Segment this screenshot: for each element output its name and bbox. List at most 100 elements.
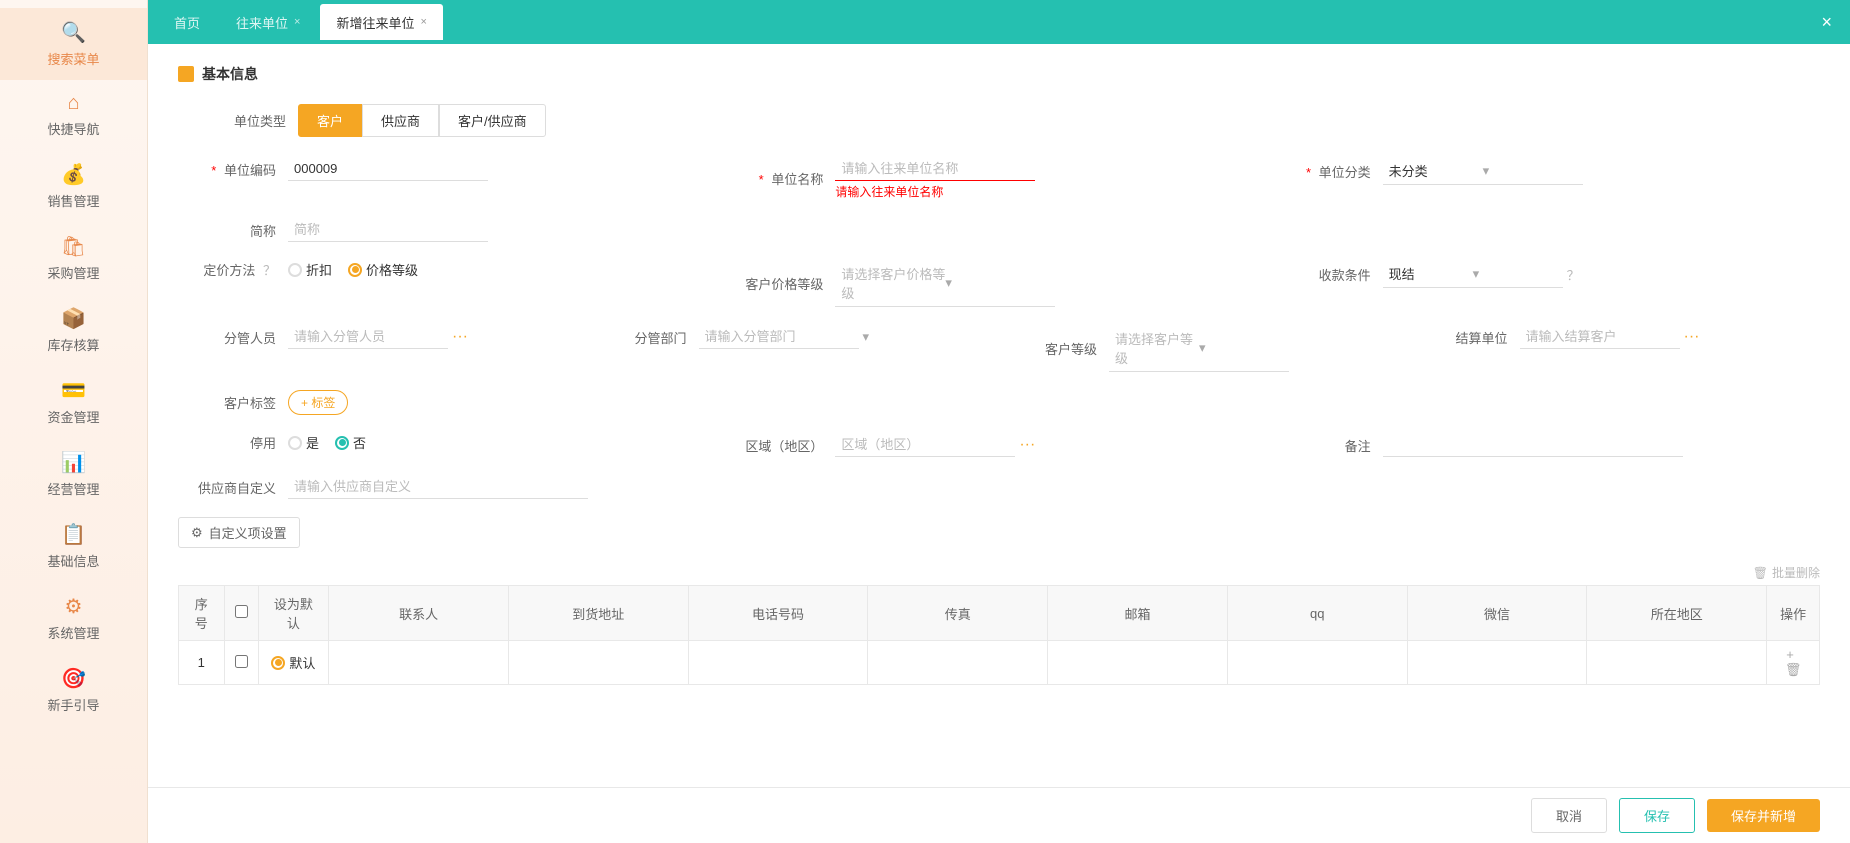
required-star: * <box>211 163 216 178</box>
col-checkbox <box>224 586 258 641</box>
unit-type-label: 单位类型 <box>178 111 298 130</box>
unit-type-customer-btn[interactable]: 客户 <box>298 104 362 137</box>
tab-partners[interactable]: 往来单位 × <box>220 4 316 40</box>
fax-input[interactable] <box>878 655 1037 670</box>
settlement-more-icon[interactable]: ··· <box>1680 328 1704 346</box>
customer-level-select[interactable]: 请选择客户等级 ▾ <box>1109 325 1289 372</box>
settlement-unit-input[interactable] <box>1520 325 1680 349</box>
cell-wechat[interactable] <box>1407 641 1587 685</box>
sidebar-item-basic[interactable]: 📋 基础信息 <box>0 510 147 582</box>
main-content: 首页 往来单位 × 新增往来单位 × × 基本信息 单位类型 客户 供应商 客户… <box>148 0 1850 843</box>
search-icon: 🔍 <box>61 20 86 45</box>
sidebar-item-search[interactable]: 🔍 搜索菜单 <box>0 8 147 80</box>
custom-settings-button[interactable]: ⚙ 自定义项设置 <box>178 517 300 548</box>
customer-price-level-label: 客户价格等级 <box>725 274 835 293</box>
form-row-supplier-custom: 供应商自定义 <box>178 475 1820 499</box>
wechat-input[interactable] <box>1418 655 1577 670</box>
notes-input[interactable] <box>1383 433 1683 457</box>
disabled-no-circle <box>335 436 349 450</box>
tab-partners-close[interactable]: × <box>294 16 300 28</box>
cell-fax[interactable] <box>868 641 1048 685</box>
customer-price-level-select[interactable]: 请选择客户价格等级 ▾ <box>835 260 1055 307</box>
cell-phone[interactable] <box>688 641 868 685</box>
sidebar-item-sales[interactable]: 💰 销售管理 <box>0 150 147 222</box>
abbreviation-input[interactable] <box>288 218 488 242</box>
cell-address[interactable] <box>508 641 688 685</box>
qq-input[interactable] <box>1238 655 1397 670</box>
sidebar-item-system[interactable]: ⚙ 系统管理 <box>0 582 147 654</box>
sidebar-item-inventory[interactable]: 📦 库存核算 <box>0 294 147 366</box>
col-action: 操作 <box>1767 586 1820 641</box>
unit-type-both-btn[interactable]: 客户/供应商 <box>439 104 546 137</box>
tab-new-partner[interactable]: 新增往来单位 × <box>320 4 442 40</box>
supplier-custom-input[interactable] <box>288 475 588 499</box>
cell-contact[interactable] <box>329 641 509 685</box>
sales-icon: 💰 <box>61 162 86 187</box>
tab-home[interactable]: 首页 <box>158 4 216 40</box>
disabled-yes-radio[interactable]: 是 <box>288 433 319 452</box>
default-radio-label: 默认 <box>289 653 315 672</box>
unit-code-input[interactable] <box>288 157 488 181</box>
required-star-name: * <box>759 172 764 187</box>
disabled-no-radio[interactable]: 否 <box>335 433 366 452</box>
phone-input[interactable] <box>699 655 858 670</box>
tab-new-partner-close[interactable]: × <box>420 16 426 28</box>
payment-terms-select[interactable]: 现结 ▾ <box>1383 260 1563 288</box>
unit-type-supplier-btn[interactable]: 供应商 <box>362 104 439 137</box>
address-input[interactable] <box>519 655 678 670</box>
cancel-button[interactable]: 取消 <box>1531 798 1607 833</box>
col-address: 到货地址 <box>508 586 688 641</box>
cell-seq: 1 <box>179 641 225 685</box>
unit-name-label: * 单位名称 <box>725 169 835 188</box>
pricing-level-radio[interactable]: 价格等级 <box>348 260 418 279</box>
row-checkbox[interactable] <box>235 655 248 668</box>
payment-help-icon[interactable]: ？ <box>1567 265 1580 284</box>
sidebar-item-finance[interactable]: 💳 资金管理 <box>0 366 147 438</box>
sidebar-item-newbie[interactable]: 🎯 新手引导 <box>0 654 147 726</box>
unit-name-input[interactable] <box>835 157 1035 181</box>
pricing-discount-radio[interactable]: 折扣 <box>288 260 332 279</box>
save-button[interactable]: 保存 <box>1619 798 1695 833</box>
add-tag-button[interactable]: + 标签 <box>288 390 348 415</box>
sidebar-item-shortcut-label: 快捷导航 <box>47 119 99 138</box>
default-radio-circle <box>271 656 285 670</box>
department-field: 分管部门 ▾ <box>589 325 1000 349</box>
contact-input[interactable] <box>339 655 498 670</box>
discount-radio-circle <box>288 263 302 277</box>
save-new-button[interactable]: 保存并新增 <box>1707 799 1820 832</box>
department-arrow-icon: ▾ <box>863 329 870 345</box>
cell-qq[interactable] <box>1227 641 1407 685</box>
pricing-help-icon[interactable]: ？ <box>263 263 276 278</box>
region-input[interactable] <box>835 433 1015 457</box>
sidebar-item-shortcut[interactable]: ⌂ 快捷导航 <box>0 80 147 150</box>
default-radio[interactable]: 默认 <box>269 653 319 672</box>
add-row-icon[interactable]: + <box>1786 647 1794 662</box>
department-input[interactable] <box>699 325 859 349</box>
manager-input[interactable] <box>288 325 448 349</box>
delete-row-icon[interactable]: 🗑 <box>1785 662 1802 677</box>
finance-icon: 💳 <box>61 378 86 403</box>
select-all-checkbox[interactable] <box>235 605 248 618</box>
tabs-close-all[interactable]: × <box>1813 8 1840 37</box>
disabled-radio-group: 是 否 <box>288 433 366 452</box>
pricing-method-radio-group: 折扣 价格等级 <box>288 260 418 279</box>
manager-more-icon[interactable]: ··· <box>448 328 472 346</box>
cell-email[interactable] <box>1048 641 1228 685</box>
payment-terms-value: 现结 <box>1389 264 1473 283</box>
tab-new-partner-label: 新增往来单位 <box>336 13 414 32</box>
sidebar-item-purchase[interactable]: 🛍 采购管理 <box>0 222 147 294</box>
department-label: 分管部门 <box>589 328 699 347</box>
system-icon: ⚙ <box>65 594 83 619</box>
inventory-icon: 📦 <box>61 306 86 331</box>
unit-category-select[interactable]: 未分类 ▾ <box>1383 157 1583 185</box>
sidebar-item-operation[interactable]: 📊 经营管理 <box>0 438 147 510</box>
region-field: 区域（地区） ··· <box>725 433 1272 457</box>
abbreviation-field: 简称 <box>178 218 1820 242</box>
region-more-icon[interactable]: ··· <box>1015 436 1039 454</box>
cell-region[interactable] <box>1587 641 1767 685</box>
email-input[interactable] <box>1058 655 1217 670</box>
row-region-input[interactable] <box>1597 655 1756 670</box>
form-row-disabled: 停用 是 否 区域（地区） ··· 备注 <box>178 433 1820 457</box>
section-title-icon <box>178 66 194 82</box>
disabled-field: 停用 是 否 <box>178 433 725 452</box>
